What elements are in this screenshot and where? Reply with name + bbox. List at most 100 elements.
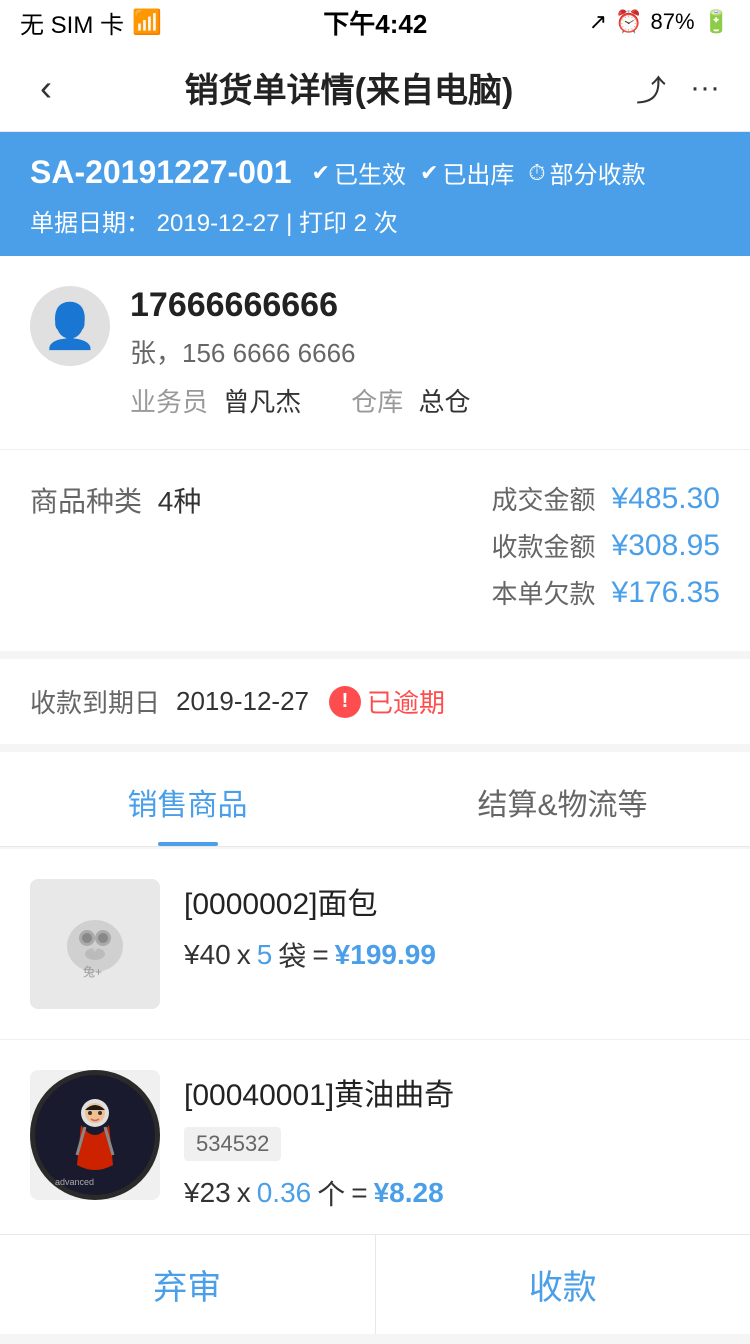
check-icon-1: ✔ bbox=[312, 160, 330, 186]
tab-products[interactable]: 销售商品 bbox=[0, 752, 375, 846]
status-shipped-label: 已出库 bbox=[442, 155, 514, 190]
agent-info: 业务员 曾凡杰 bbox=[130, 382, 301, 419]
avatar-icon: 👤 bbox=[43, 300, 98, 352]
agent-value: 曾凡杰 bbox=[223, 387, 301, 417]
stat-amount-row: 成交金额 ¥485.30 bbox=[492, 480, 720, 517]
nav-right-actions: ⤴ ··· bbox=[636, 66, 720, 110]
print-info: | 打印 2 次 bbox=[286, 210, 398, 237]
product-sku-2: 534532 bbox=[184, 1127, 281, 1161]
received-label: 收款金额 bbox=[492, 527, 596, 564]
customer-id: 17666666666 bbox=[130, 286, 720, 325]
due-date-value: 2019-12-27 bbox=[176, 686, 309, 717]
product-name-2: [00040001]黄油曲奇 bbox=[184, 1070, 720, 1114]
status-badges: ✔ 已生效 ✔ 已出库 ⏱ 部分收款 bbox=[312, 155, 646, 190]
warehouse-value: 总仓 bbox=[419, 387, 471, 417]
share-icon[interactable]: ⤴ bbox=[636, 66, 666, 110]
price-qty-1: 5 bbox=[257, 939, 273, 971]
collect-payment-button[interactable]: 收款 bbox=[376, 1235, 750, 1334]
clock-icon: ⏱ bbox=[528, 160, 545, 186]
tab-products-label: 销售商品 bbox=[128, 789, 248, 822]
battery-text: 87% bbox=[651, 9, 695, 35]
stats-section: 商品种类 4种 成交金额 ¥485.30 收款金额 ¥308.95 本单欠款 ¥… bbox=[0, 450, 750, 659]
stat-received-row: 收款金额 ¥308.95 bbox=[492, 527, 720, 564]
location-icon: ↗ bbox=[589, 9, 607, 35]
product-type-label: 商品种类 bbox=[30, 486, 142, 517]
product-thumb-1: 兔+ bbox=[30, 879, 160, 1009]
price-eq-1: = bbox=[312, 939, 328, 971]
customer-meta: 业务员 曾凡杰 仓库 总仓 bbox=[130, 382, 720, 419]
warehouse-info: 仓库 总仓 bbox=[351, 382, 470, 419]
price-eq-2: = bbox=[351, 1177, 367, 1209]
product-info-1: [0000002]面包 ¥40 x 5 袋 = ¥199.99 bbox=[184, 879, 720, 1009]
product-type-value: 4种 bbox=[158, 486, 202, 517]
price-x-2: x bbox=[237, 1177, 251, 1209]
order-id: SA-20191227-001 bbox=[30, 154, 292, 191]
status-shipped: ✔ 已出库 bbox=[420, 155, 514, 190]
check-icon-2: ✔ bbox=[420, 160, 438, 186]
warehouse-label: 仓库 bbox=[351, 387, 403, 417]
order-date-row: 单据日期： 2019-12-27 | 打印 2 次 bbox=[30, 203, 720, 238]
page-title: 销货单详情(来自电脑) bbox=[185, 63, 514, 112]
product-price-row-2: ¥23 x 0.36 个 = ¥8.28 bbox=[184, 1173, 720, 1213]
status-bar: 无 SIM 卡 📶 下午4:42 ↗ ⏰ 87% 🔋 bbox=[0, 0, 750, 44]
signal-text: 无 SIM 卡 bbox=[20, 5, 124, 40]
stats-right: 成交金额 ¥485.30 收款金额 ¥308.95 本单欠款 ¥176.35 bbox=[492, 480, 720, 621]
tab-logistics-label: 结算&物流等 bbox=[477, 789, 647, 822]
customer-info: 17666666666 张，156 6666 6666 业务员 曾凡杰 仓库 总… bbox=[130, 286, 720, 419]
status-right: ↗ ⏰ 87% 🔋 bbox=[589, 9, 730, 35]
price-unit-1: ¥40 bbox=[184, 939, 231, 971]
tabs-section: 销售商品 结算&物流等 bbox=[0, 752, 750, 847]
debt-label: 本单欠款 bbox=[492, 574, 596, 611]
price-qty-2: 0.36 bbox=[257, 1177, 312, 1209]
wifi-icon: 📶 bbox=[132, 8, 162, 37]
order-header-banner: SA-20191227-001 ✔ 已生效 ✔ 已出库 ⏱ 部分收款 单据日期：… bbox=[0, 132, 750, 256]
reject-button[interactable]: 弃审 bbox=[0, 1235, 376, 1334]
alarm-icon: ⏰ bbox=[615, 9, 642, 35]
amount-label: 成交金额 bbox=[492, 480, 596, 517]
battery-icon: 🔋 bbox=[703, 9, 730, 35]
owl-placeholder-icon: 兔+ bbox=[55, 904, 135, 984]
due-section: 收款到期日 2019-12-27 ! 已逾期 bbox=[0, 659, 750, 752]
agent-label: 业务员 bbox=[130, 387, 208, 417]
product-price-row-1: ¥40 x 5 袋 = ¥199.99 bbox=[184, 935, 720, 975]
status-left: 无 SIM 卡 📶 bbox=[20, 5, 162, 40]
amount-value: ¥485.30 bbox=[612, 482, 720, 516]
product-info-2: [00040001]黄油曲奇 534532 ¥23 x 0.36 个 = ¥8.… bbox=[184, 1070, 720, 1213]
back-button[interactable]: ‹ bbox=[30, 57, 62, 119]
customer-name-phone: 张，156 6666 6666 bbox=[130, 333, 720, 370]
due-label: 收款到期日 bbox=[30, 683, 160, 720]
product-item-1: 兔+ [0000002]面包 ¥40 x 5 袋 = ¥199.99 bbox=[0, 849, 750, 1040]
status-partial-label: 部分收款 bbox=[550, 155, 646, 190]
customer-section: 👤 17666666666 张，156 6666 6666 业务员 曾凡杰 仓库… bbox=[0, 256, 750, 450]
stat-debt-row: 本单欠款 ¥176.35 bbox=[492, 574, 720, 611]
product-image-2: advanced bbox=[30, 1070, 160, 1200]
status-effected: ✔ 已生效 bbox=[312, 155, 406, 190]
date-value: 2019-12-27 bbox=[157, 210, 280, 237]
product-thumb-2: advanced bbox=[30, 1070, 160, 1200]
status-effected-label: 已生效 bbox=[334, 155, 406, 190]
product-item-2: advanced [00040001]黄油曲奇 534532 ¥23 x 0.3… bbox=[0, 1040, 750, 1244]
price-total-1: ¥199.99 bbox=[335, 939, 436, 971]
nav-bar: ‹ 销货单详情(来自电脑) ⤴ ··· bbox=[0, 44, 750, 132]
price-total-2: ¥8.28 bbox=[374, 1177, 444, 1209]
status-partial: ⏱ 部分收款 bbox=[528, 155, 645, 190]
bottom-bar: 弃审 收款 bbox=[0, 1234, 750, 1334]
overdue-text: 已逾期 bbox=[367, 683, 445, 720]
status-time: 下午4:42 bbox=[323, 4, 427, 41]
svg-text:兔+: 兔+ bbox=[83, 964, 102, 979]
price-x-1: x bbox=[237, 939, 251, 971]
overdue-icon: ! bbox=[329, 686, 361, 718]
product-image-icon-2: advanced bbox=[35, 1075, 155, 1195]
product-name-1: [0000002]面包 bbox=[184, 879, 720, 923]
more-icon[interactable]: ··· bbox=[690, 71, 720, 105]
collect-label: 收款 bbox=[529, 1260, 597, 1309]
avatar: 👤 bbox=[30, 286, 110, 366]
price-unit-label-2: 个 bbox=[317, 1173, 345, 1213]
tab-logistics[interactable]: 结算&物流等 bbox=[375, 752, 750, 846]
reject-label: 弃审 bbox=[153, 1260, 221, 1309]
overdue-badge: ! 已逾期 bbox=[329, 683, 445, 720]
received-value: ¥308.95 bbox=[612, 529, 720, 563]
stats-left: 商品种类 4种 bbox=[30, 480, 201, 520]
price-unit-label-1: 袋 bbox=[278, 935, 306, 975]
debt-value: ¥176.35 bbox=[612, 576, 720, 610]
